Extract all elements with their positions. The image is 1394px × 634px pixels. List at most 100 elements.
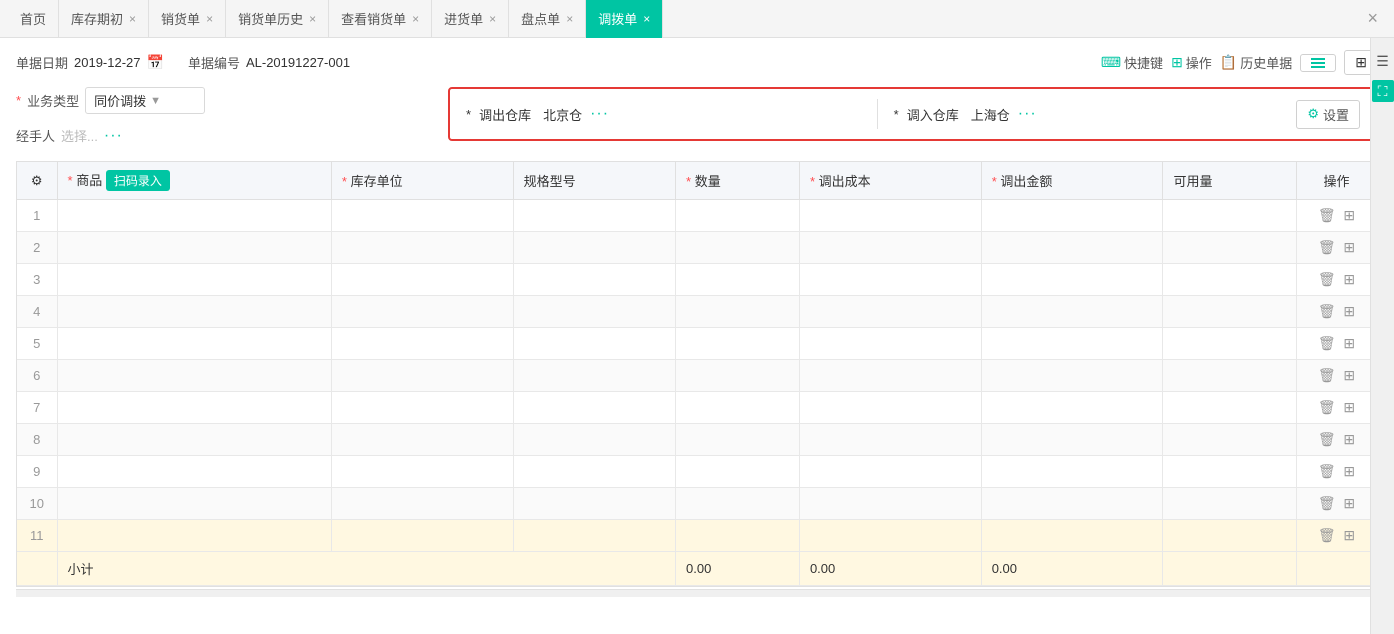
row-cost-6[interactable] [799, 360, 981, 392]
row-spec-3[interactable] [513, 264, 675, 296]
delete-icon-1[interactable]: 🗑 [1318, 207, 1336, 223]
row-unit-7[interactable] [331, 392, 513, 424]
copy-icon-10[interactable]: ⊞ [1343, 495, 1355, 511]
from-warehouse-more-button[interactable]: ··· [590, 105, 609, 123]
row-spec-7[interactable] [513, 392, 675, 424]
row-product-4[interactable] [57, 296, 331, 328]
close-view-sales[interactable]: × [412, 12, 419, 26]
scan-button[interactable]: 扫码录入 [106, 170, 170, 191]
row-qty-8[interactable] [676, 424, 800, 456]
tab-home[interactable]: 首页 [8, 0, 59, 38]
row-qty-6[interactable] [676, 360, 800, 392]
row-available-1[interactable] [1163, 200, 1297, 232]
row-spec-1[interactable] [513, 200, 675, 232]
handler-placeholder[interactable]: 选择... [61, 126, 98, 145]
row-spec-6[interactable] [513, 360, 675, 392]
row-cost-3[interactable] [799, 264, 981, 296]
row-available-9[interactable] [1163, 456, 1297, 488]
row-spec-11[interactable] [513, 520, 675, 552]
row-product-8[interactable] [57, 424, 331, 456]
close-purchase-order[interactable]: × [489, 12, 496, 26]
delete-icon-7[interactable]: 🗑 [1318, 399, 1336, 415]
delete-icon-11[interactable]: 🗑 [1318, 527, 1336, 543]
row-qty-11[interactable] [676, 520, 800, 552]
row-amount-5[interactable] [981, 328, 1163, 360]
row-unit-9[interactable] [331, 456, 513, 488]
to-warehouse-more-button[interactable]: ··· [1018, 105, 1037, 123]
row-cost-10[interactable] [799, 488, 981, 520]
row-qty-4[interactable] [676, 296, 800, 328]
row-amount-6[interactable] [981, 360, 1163, 392]
row-qty-7[interactable] [676, 392, 800, 424]
copy-icon-1[interactable]: ⊞ [1343, 207, 1355, 223]
sidebar-expand-icon[interactable]: ⛶ [1372, 80, 1394, 102]
row-product-9[interactable] [57, 456, 331, 488]
row-available-5[interactable] [1163, 328, 1297, 360]
th-gear[interactable]: ⚙ [17, 162, 57, 200]
delete-icon-5[interactable]: 🗑 [1318, 335, 1336, 351]
delete-icon-8[interactable]: 🗑 [1318, 431, 1336, 447]
row-cost-1[interactable] [799, 200, 981, 232]
shortcut-button[interactable]: ⌨ 快捷键 [1101, 53, 1163, 72]
row-qty-1[interactable] [676, 200, 800, 232]
copy-icon-7[interactable]: ⊞ [1343, 399, 1355, 415]
row-qty-2[interactable] [676, 232, 800, 264]
calendar-icon[interactable]: 📅 [147, 54, 164, 71]
tab-view-sales[interactable]: 查看销货单 × [329, 0, 432, 38]
row-cost-4[interactable] [799, 296, 981, 328]
close-transfer-order[interactable]: × [643, 12, 650, 26]
delete-icon-3[interactable]: 🗑 [1318, 271, 1336, 287]
row-product-2[interactable] [57, 232, 331, 264]
row-unit-2[interactable] [331, 232, 513, 264]
row-product-10[interactable] [57, 488, 331, 520]
row-product-6[interactable] [57, 360, 331, 392]
copy-icon-5[interactable]: ⊞ [1343, 335, 1355, 351]
row-qty-10[interactable] [676, 488, 800, 520]
row-spec-5[interactable] [513, 328, 675, 360]
delete-icon-2[interactable]: 🗑 [1318, 239, 1336, 255]
row-qty-9[interactable] [676, 456, 800, 488]
row-unit-8[interactable] [331, 424, 513, 456]
delete-icon-10[interactable]: 🗑 [1318, 495, 1336, 511]
row-product-3[interactable] [57, 264, 331, 296]
operation-button[interactable]: ⊞ 操作 [1171, 53, 1212, 72]
row-unit-1[interactable] [331, 200, 513, 232]
row-amount-9[interactable] [981, 456, 1163, 488]
tab-inventory-check[interactable]: 盘点单 × [509, 0, 586, 38]
row-amount-7[interactable] [981, 392, 1163, 424]
row-unit-3[interactable] [331, 264, 513, 296]
row-cost-9[interactable] [799, 456, 981, 488]
copy-icon-11[interactable]: ⊞ [1343, 527, 1355, 543]
row-cost-7[interactable] [799, 392, 981, 424]
close-sales-history[interactable]: × [309, 12, 316, 26]
row-product-11[interactable] [57, 520, 331, 552]
delete-icon-4[interactable]: 🗑 [1318, 303, 1336, 319]
row-amount-4[interactable] [981, 296, 1163, 328]
row-amount-1[interactable] [981, 200, 1163, 232]
tab-inventory-init[interactable]: 库存期初 × [59, 0, 149, 38]
row-available-10[interactable] [1163, 488, 1297, 520]
copy-icon-4[interactable]: ⊞ [1343, 303, 1355, 319]
close-sales-order[interactable]: × [206, 12, 213, 26]
layout-list-button[interactable] [1300, 54, 1336, 72]
close-inventory-check[interactable]: × [566, 12, 573, 26]
row-unit-11[interactable] [331, 520, 513, 552]
row-spec-10[interactable] [513, 488, 675, 520]
setting-button[interactable]: ⚙ 设置 [1296, 100, 1360, 129]
close-inventory-init[interactable]: × [129, 12, 136, 26]
tab-sales-order[interactable]: 销货单 × [149, 0, 226, 38]
row-available-8[interactable] [1163, 424, 1297, 456]
row-unit-6[interactable] [331, 360, 513, 392]
row-cost-11[interactable] [799, 520, 981, 552]
sidebar-list-icon[interactable]: ☰ [1372, 50, 1394, 72]
row-available-4[interactable] [1163, 296, 1297, 328]
delete-icon-6[interactable]: 🗑 [1318, 367, 1336, 383]
row-amount-3[interactable] [981, 264, 1163, 296]
row-available-6[interactable] [1163, 360, 1297, 392]
row-unit-10[interactable] [331, 488, 513, 520]
row-spec-2[interactable] [513, 232, 675, 264]
row-amount-10[interactable] [981, 488, 1163, 520]
copy-icon-8[interactable]: ⊞ [1343, 431, 1355, 447]
row-available-2[interactable] [1163, 232, 1297, 264]
row-cost-8[interactable] [799, 424, 981, 456]
